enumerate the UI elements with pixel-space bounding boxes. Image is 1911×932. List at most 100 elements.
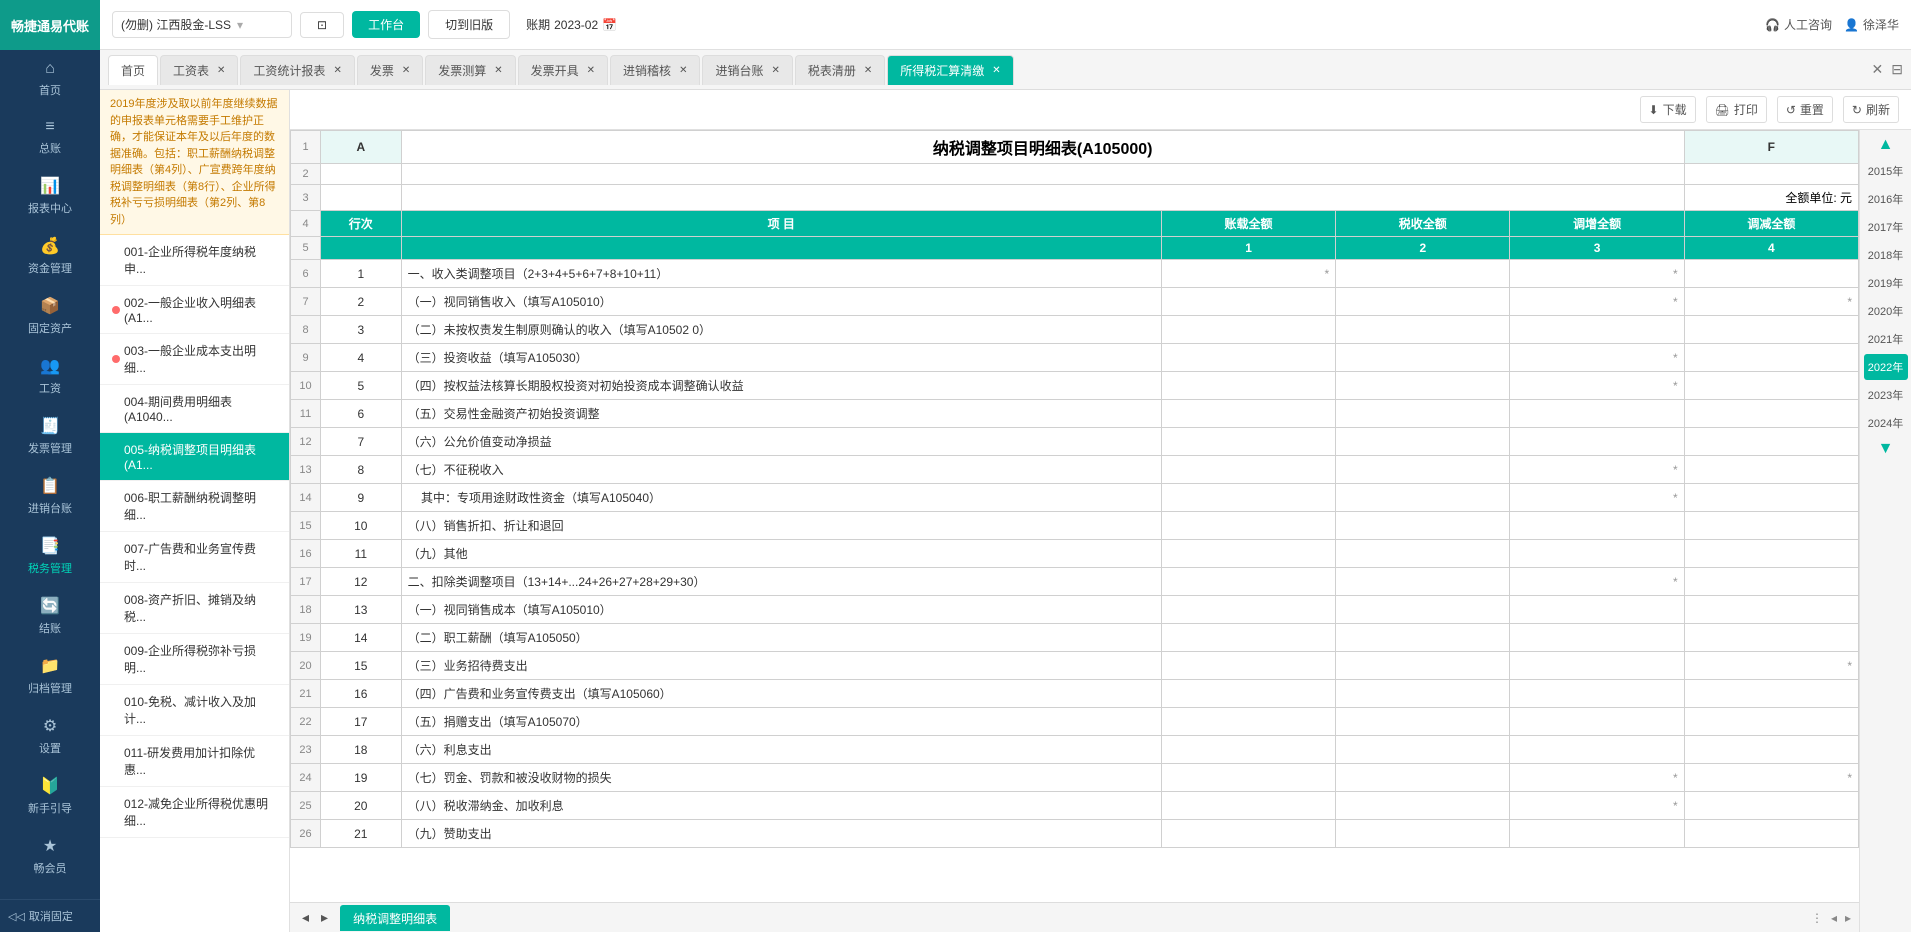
- tab-invoice[interactable]: 发票 ✕: [357, 55, 423, 85]
- tab-payroll[interactable]: 工资表 ✕: [160, 55, 238, 85]
- right-panel: ⬇ 下载 🖨 打印 ↺ 重置 ↻ 刷新: [290, 90, 1911, 932]
- minimize-icon[interactable]: ⊟: [1891, 61, 1903, 78]
- tab-invoice-close[interactable]: ✕: [402, 65, 410, 76]
- tab-invoice-label: 发票: [370, 62, 394, 79]
- table-row: 18 13 （一）视同销售成本（填写A105010）: [291, 596, 1859, 624]
- year-2019[interactable]: 2019年: [1864, 270, 1908, 296]
- sidebar-item-settlement[interactable]: 🔄 结账: [0, 586, 100, 646]
- nav-item-001[interactable]: 001-企业所得税年度纳税申...: [100, 235, 289, 286]
- scroll-left-btn[interactable]: ◂: [1831, 911, 1837, 925]
- tab-audit[interactable]: 进销稽核 ✕: [610, 55, 700, 85]
- sidebar-item-assets[interactable]: 📦 固定资产: [0, 286, 100, 346]
- tab-audit-close[interactable]: ✕: [679, 65, 687, 76]
- tab-tax-table-close[interactable]: ✕: [864, 65, 872, 76]
- nav-item-007[interactable]: 007-广告费和业务宣传费时...: [100, 532, 289, 583]
- sub-header-c1: 1: [1161, 237, 1335, 260]
- tab-tax-table[interactable]: 税表清册 ✕: [795, 55, 885, 85]
- topbar-right: 🎧 人工咨询 👤 徐泽华: [1765, 16, 1899, 33]
- year-nav-up[interactable]: ▲: [1876, 134, 1896, 156]
- nav-item-002[interactable]: 002-一般企业收入明细表(A1...: [100, 286, 289, 334]
- table-row: 8 3 （二）未按权责发生制原则确认的收入（填写A10502 0）: [291, 316, 1859, 344]
- sidebar-item-invoice[interactable]: 🧾 发票管理: [0, 406, 100, 466]
- print-button[interactable]: 🖨 打印: [1706, 96, 1767, 123]
- nav-label-005: 005-纳税调整项目明细表(A1...: [124, 441, 277, 472]
- sidebar-item-ledger[interactable]: ≡ 总账: [0, 108, 100, 166]
- year-2018[interactable]: 2018年: [1864, 242, 1908, 268]
- scroll-right-btn[interactable]: ▸: [1845, 911, 1851, 925]
- sidebar-item-finance[interactable]: 💰 资金管理: [0, 226, 100, 286]
- table-row: 26 21 （九）赞助支出: [291, 820, 1859, 848]
- table-row: 24 19 （七）罚金、罚款和被没收财物的损失 * *: [291, 764, 1859, 792]
- year-2020[interactable]: 2020年: [1864, 298, 1908, 324]
- nav-item-004[interactable]: 004-期间费用明细表(A1040...: [100, 385, 289, 433]
- nav-item-011[interactable]: 011-研发费用加计扣除优惠...: [100, 736, 289, 787]
- year-2021[interactable]: 2021年: [1864, 326, 1908, 352]
- sheet-nav-prev[interactable]: ◂: [298, 907, 313, 928]
- tab-payroll-stats[interactable]: 工资统计报表 ✕: [240, 55, 354, 85]
- header-hang: 行次: [321, 211, 402, 237]
- user-label: 徐泽华: [1863, 16, 1899, 33]
- tab-payroll-stats-close[interactable]: ✕: [333, 65, 341, 76]
- nav-dot-001: [112, 256, 120, 264]
- nav-item-003[interactable]: 003-一般企业成本支出明细...: [100, 334, 289, 385]
- year-2016[interactable]: 2016年: [1864, 186, 1908, 212]
- switch-old-button[interactable]: 切到旧版: [428, 10, 510, 39]
- nav-item-012[interactable]: 012-减免企业所得税优惠明细...: [100, 787, 289, 838]
- tab-invoice-calc-label: 发票测算: [438, 62, 486, 79]
- nav-item-009[interactable]: 009-企业所得税弥补亏损明...: [100, 634, 289, 685]
- copy-button[interactable]: ⊡: [300, 12, 344, 38]
- sidebar-item-reports[interactable]: 📊 报表中心: [0, 166, 100, 226]
- year-nav-down[interactable]: ▼: [1876, 438, 1896, 460]
- tab-home[interactable]: 首页: [108, 55, 158, 85]
- year-2017[interactable]: 2017年: [1864, 214, 1908, 240]
- sidebar-pin[interactable]: ◁◁ 取消固定: [0, 899, 100, 932]
- tab-income-tax[interactable]: 所得税汇算清缴 ✕: [887, 55, 1013, 85]
- sheet-container[interactable]: 1 A 纳税调整项目明细表(A105000) F 2: [290, 130, 1859, 902]
- year-2015[interactable]: 2015年: [1864, 158, 1908, 184]
- consult-btn[interactable]: 🎧 人工咨询: [1765, 16, 1832, 33]
- download-button[interactable]: ⬇ 下载: [1640, 96, 1696, 123]
- tab-invoice-issue[interactable]: 发票开具 ✕: [518, 55, 608, 85]
- company-selector[interactable]: (勿删) 江西股金-LSS ▾: [112, 11, 292, 38]
- sidebar-item-home[interactable]: ⌂ 首页: [0, 50, 100, 108]
- tab-payroll-close[interactable]: ✕: [217, 65, 225, 76]
- tab-ledger[interactable]: 进销台账 ✕: [702, 55, 792, 85]
- year-2023[interactable]: 2023年: [1864, 382, 1908, 408]
- header-c4: 调减全额: [1684, 211, 1858, 237]
- reset-button[interactable]: ↺ 重置: [1777, 96, 1833, 123]
- refresh-button[interactable]: ↻ 刷新: [1843, 96, 1899, 123]
- tax-icon: 📑: [40, 536, 60, 556]
- table-row: 19 14 （二）职工薪酬（填写A105050）: [291, 624, 1859, 652]
- sidebar-item-member[interactable]: ★ 畅会员: [0, 826, 100, 886]
- print-label: 打印: [1734, 101, 1758, 118]
- nav-item-005[interactable]: 005-纳税调整项目明细表(A1...: [100, 433, 289, 481]
- user-menu[interactable]: 👤 徐泽华: [1844, 16, 1899, 33]
- sidebar-item-guide[interactable]: 🔰 新手引导: [0, 766, 100, 826]
- nav-item-010[interactable]: 010-免税、减计收入及加计...: [100, 685, 289, 736]
- year-2022[interactable]: 2022年: [1864, 354, 1908, 380]
- close-all-icon[interactable]: ✕: [1872, 61, 1884, 78]
- nav-item-006[interactable]: 006-职工薪酬纳税调整明细...: [100, 481, 289, 532]
- tab-ledger-close[interactable]: ✕: [771, 65, 779, 76]
- cell-3a: [321, 185, 402, 211]
- workbench-button[interactable]: 工作台: [352, 11, 420, 38]
- sheet-nav-next[interactable]: ▸: [317, 907, 332, 928]
- sidebar-item-settings[interactable]: ⚙ 设置: [0, 706, 100, 766]
- header-c1: 账载全额: [1161, 211, 1335, 237]
- year-2024[interactable]: 2024年: [1864, 410, 1908, 436]
- header-c2: 税收全额: [1336, 211, 1510, 237]
- sidebar-item-archive[interactable]: 📁 归档管理: [0, 646, 100, 706]
- nav-item-008[interactable]: 008-资产折旧、摊销及纳税...: [100, 583, 289, 634]
- tab-income-tax-close[interactable]: ✕: [992, 65, 1000, 76]
- topbar: (勿删) 江西股金-LSS ▾ ⊡ 工作台 切到旧版 账期 2023-02 📅 …: [100, 0, 1911, 50]
- tab-invoice-calc[interactable]: 发票测算 ✕: [425, 55, 515, 85]
- sidebar-item-tax[interactable]: 📑 税务管理: [0, 526, 100, 586]
- tab-invoice-calc-close[interactable]: ✕: [494, 65, 502, 76]
- tab-invoice-issue-close[interactable]: ✕: [587, 65, 595, 76]
- headset-icon: 🎧: [1765, 18, 1780, 32]
- period-selector[interactable]: 账期 2023-02 📅: [526, 16, 617, 33]
- sidebar-item-purchase[interactable]: 📋 进销台账: [0, 466, 100, 526]
- sidebar-item-payroll[interactable]: 👥 工资: [0, 346, 100, 406]
- refresh-icon: ↻: [1852, 103, 1862, 117]
- sheet-tab-tax-adjust[interactable]: 纳税调整明细表: [340, 905, 450, 931]
